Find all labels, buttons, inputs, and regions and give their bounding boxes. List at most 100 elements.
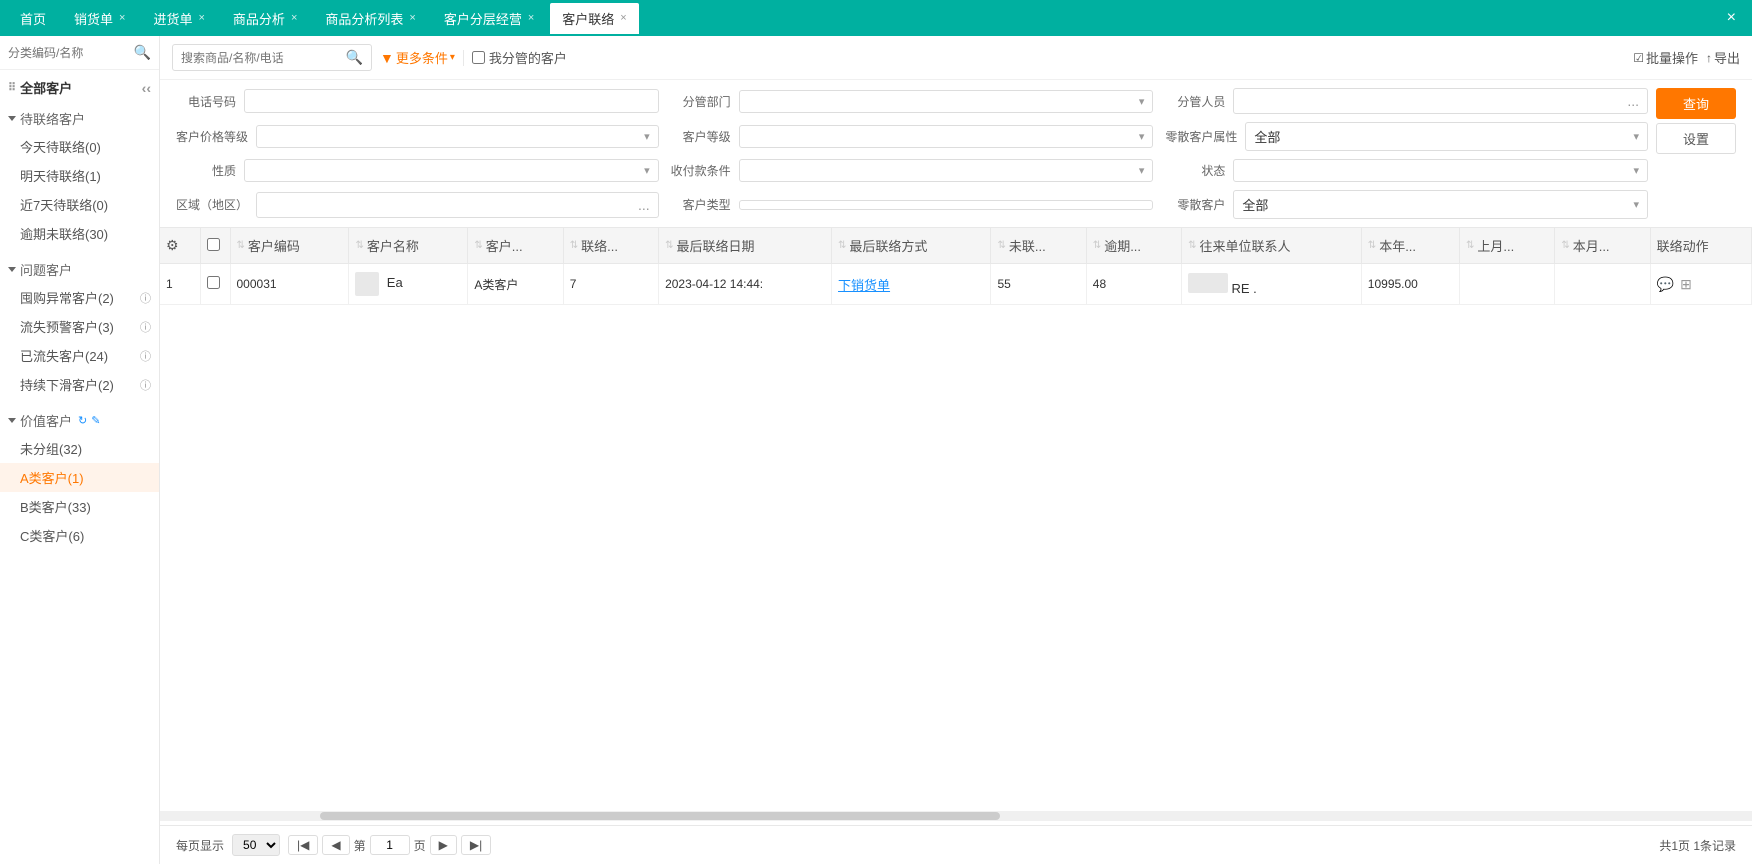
- nav-tab-customer-tier[interactable]: 客户分层经营 ×: [432, 3, 546, 34]
- first-page-button[interactable]: |◀: [288, 835, 318, 855]
- batch-operation-button[interactable]: ☑ 批量操作: [1633, 48, 1698, 67]
- table-gear-icon[interactable]: ⚙: [166, 237, 179, 253]
- scrollbar-thumb[interactable]: [320, 812, 1000, 820]
- sidebar-item-class-c[interactable]: C类客户(6): [0, 521, 159, 550]
- close-customer-contact-tab[interactable]: ×: [620, 12, 626, 24]
- sidebar-group-problem-title[interactable]: 问题客户: [0, 256, 159, 283]
- filter-field-nature: 性质 ▾: [176, 159, 659, 182]
- page-size-select[interactable]: 50: [232, 834, 280, 856]
- sidebar-item-hoarding[interactable]: 囤购异常客户(2) ⓘ: [0, 283, 159, 312]
- th-last-contact-date: ⇅ 最后联络日期: [659, 228, 832, 264]
- select-all-checkbox[interactable]: [207, 238, 220, 251]
- close-purchase-tab[interactable]: ×: [198, 12, 204, 24]
- nav-tab-sales[interactable]: 销货单 ×: [62, 3, 137, 34]
- nav-tab-purchase[interactable]: 进货单 ×: [141, 3, 216, 34]
- next-page-button[interactable]: ▶: [430, 835, 457, 855]
- sidebar-item-overdue[interactable]: 逾期未联络(30): [0, 219, 159, 248]
- more-conditions-button[interactable]: ▼ 更多条件 ▾: [380, 48, 455, 67]
- scatter-attr-select[interactable]: 全部 ▾: [1245, 122, 1648, 151]
- sidebar-item-churned[interactable]: 已流失客户(24) ⓘ: [0, 341, 159, 370]
- filter-field-customer-level: 客户等级 ▾: [671, 125, 1154, 148]
- export-icon: ↑: [1706, 51, 1712, 65]
- last-page-button[interactable]: ▶|: [461, 835, 491, 855]
- sidebar-item-ungrouped[interactable]: 未分组(32): [0, 434, 159, 463]
- customer-avatar: [355, 272, 379, 296]
- region-dots-icon[interactable]: ...: [638, 197, 650, 213]
- my-customers-checkbox-label[interactable]: 我分管的客户: [472, 48, 567, 67]
- close-all-button[interactable]: ×: [1719, 5, 1744, 31]
- page-label: 第: [354, 837, 366, 854]
- search-icon[interactable]: 🔍: [346, 49, 363, 66]
- chevron-value-icon: [8, 418, 16, 423]
- last-contact-method-link[interactable]: 下销货单: [838, 278, 890, 293]
- price-level-select[interactable]: ▾: [256, 125, 659, 148]
- table-header-row: ⚙ ⇅ 客户编码 ⇅: [160, 228, 1752, 264]
- sidebar-item-declining[interactable]: 持续下滑客户(2) ⓘ: [0, 370, 159, 399]
- nav-home[interactable]: 首页: [8, 3, 58, 34]
- sidebar-search-icon[interactable]: 🔍: [134, 44, 151, 61]
- close-product-analysis-tab[interactable]: ×: [291, 12, 297, 24]
- td-contact-count: 7: [563, 264, 658, 305]
- th-not-contacted: ⇅ 未联...: [991, 228, 1086, 264]
- td-customer-type: A类客户: [468, 264, 563, 305]
- sidebar-search-input[interactable]: [8, 46, 134, 60]
- close-product-list-tab[interactable]: ×: [409, 12, 415, 24]
- th-lm-sort-icon: ⇅: [1466, 240, 1474, 251]
- search-input[interactable]: [181, 51, 346, 65]
- scatter-customer-select[interactable]: 全部 ▾: [1233, 190, 1648, 219]
- refresh-value-icon[interactable]: ↻: [78, 414, 87, 427]
- status-select[interactable]: ▾: [1233, 159, 1648, 182]
- person-select[interactable]: ...: [1233, 88, 1648, 114]
- query-button[interactable]: 查询: [1656, 88, 1736, 119]
- th-name: ⇅ 客户名称: [349, 228, 468, 264]
- price-level-label: 客户价格等级: [176, 128, 248, 145]
- phone-input[interactable]: [244, 89, 659, 113]
- payment-select[interactable]: ▾: [739, 159, 1154, 182]
- person-dots-icon[interactable]: ...: [1627, 93, 1639, 109]
- sidebar-item-tomorrow[interactable]: 明天待联络(1): [0, 161, 159, 190]
- nav-tab-customer-contact[interactable]: 客户联络 ×: [550, 3, 638, 34]
- export-button[interactable]: ↑ 导出: [1706, 48, 1740, 67]
- sidebar-item-today[interactable]: 今天待联络(0): [0, 132, 159, 161]
- sidebar-group-pending: 待联络客户 今天待联络(0) 明天待联络(1) 近7天待联络(0) 逾期未联络(…: [0, 101, 159, 252]
- all-customers-label[interactable]: 全部客户: [20, 78, 72, 97]
- nature-select[interactable]: ▾: [244, 159, 659, 182]
- dept-label: 分管部门: [671, 93, 731, 110]
- sidebar-collapse-button[interactable]: ‹‹: [142, 80, 151, 96]
- sidebar-item-class-b[interactable]: B类客户(33): [0, 492, 159, 521]
- sidebar-item-class-a[interactable]: A类客户(1): [0, 463, 159, 492]
- edit-value-icon[interactable]: ✎: [91, 414, 100, 427]
- qrcode-action-icon[interactable]: ⊞: [1680, 276, 1692, 293]
- nav-tab-product-analysis[interactable]: 商品分析 ×: [221, 3, 309, 34]
- horizontal-scrollbar[interactable]: [160, 811, 1752, 821]
- td-overdue: 48: [1086, 264, 1181, 305]
- customer-level-select[interactable]: ▾: [739, 125, 1154, 148]
- region-select[interactable]: ...: [256, 192, 659, 218]
- sidebar-item-7days[interactable]: 近7天待联络(0): [0, 190, 159, 219]
- my-customers-checkbox[interactable]: [472, 51, 485, 64]
- page-number-input[interactable]: [370, 835, 410, 855]
- th-tm-sort-icon: ⇅: [1561, 240, 1569, 251]
- nav-tab-product-list[interactable]: 商品分析列表 ×: [313, 3, 427, 34]
- td-actions: 💬 ⊞: [1650, 264, 1751, 305]
- sidebar-group-value-title[interactable]: 价值客户 ↻ ✎: [0, 407, 159, 434]
- row-checkbox[interactable]: [207, 276, 220, 289]
- payment-arrow: ▾: [1139, 164, 1145, 177]
- filter-field-person: 分管人员 ...: [1165, 88, 1648, 114]
- customer-table: ⚙ ⇅ 客户编码 ⇅: [160, 228, 1752, 305]
- dept-select[interactable]: ▾: [739, 90, 1154, 113]
- sidebar-item-churn-warning[interactable]: 流失预警客户(3) ⓘ: [0, 312, 159, 341]
- person-label: 分管人员: [1165, 93, 1225, 110]
- sidebar: 🔍 ⠿ 全部客户 ‹‹ 待联络客户 今天待联络(0) 明天待联络(1) 近7: [0, 36, 160, 864]
- comment-action-icon[interactable]: 💬: [1657, 276, 1674, 293]
- prev-page-button[interactable]: ◀: [322, 835, 349, 855]
- customer-type-select[interactable]: [739, 200, 1154, 210]
- sidebar-group-pending-title[interactable]: 待联络客户: [0, 105, 159, 132]
- close-customer-tier-tab[interactable]: ×: [528, 12, 534, 24]
- scatter-attr-arrow: ▾: [1633, 130, 1639, 143]
- close-sales-tab[interactable]: ×: [119, 12, 125, 24]
- chevron-down-icon: ▾: [450, 52, 455, 63]
- th-date-sort-icon: ⇅: [665, 240, 673, 251]
- setting-button[interactable]: 设置: [1656, 123, 1736, 154]
- pagination-bar: 每页显示 50 |◀ ◀ 第 页 ▶ ▶| 共1页 1条记录: [160, 825, 1752, 864]
